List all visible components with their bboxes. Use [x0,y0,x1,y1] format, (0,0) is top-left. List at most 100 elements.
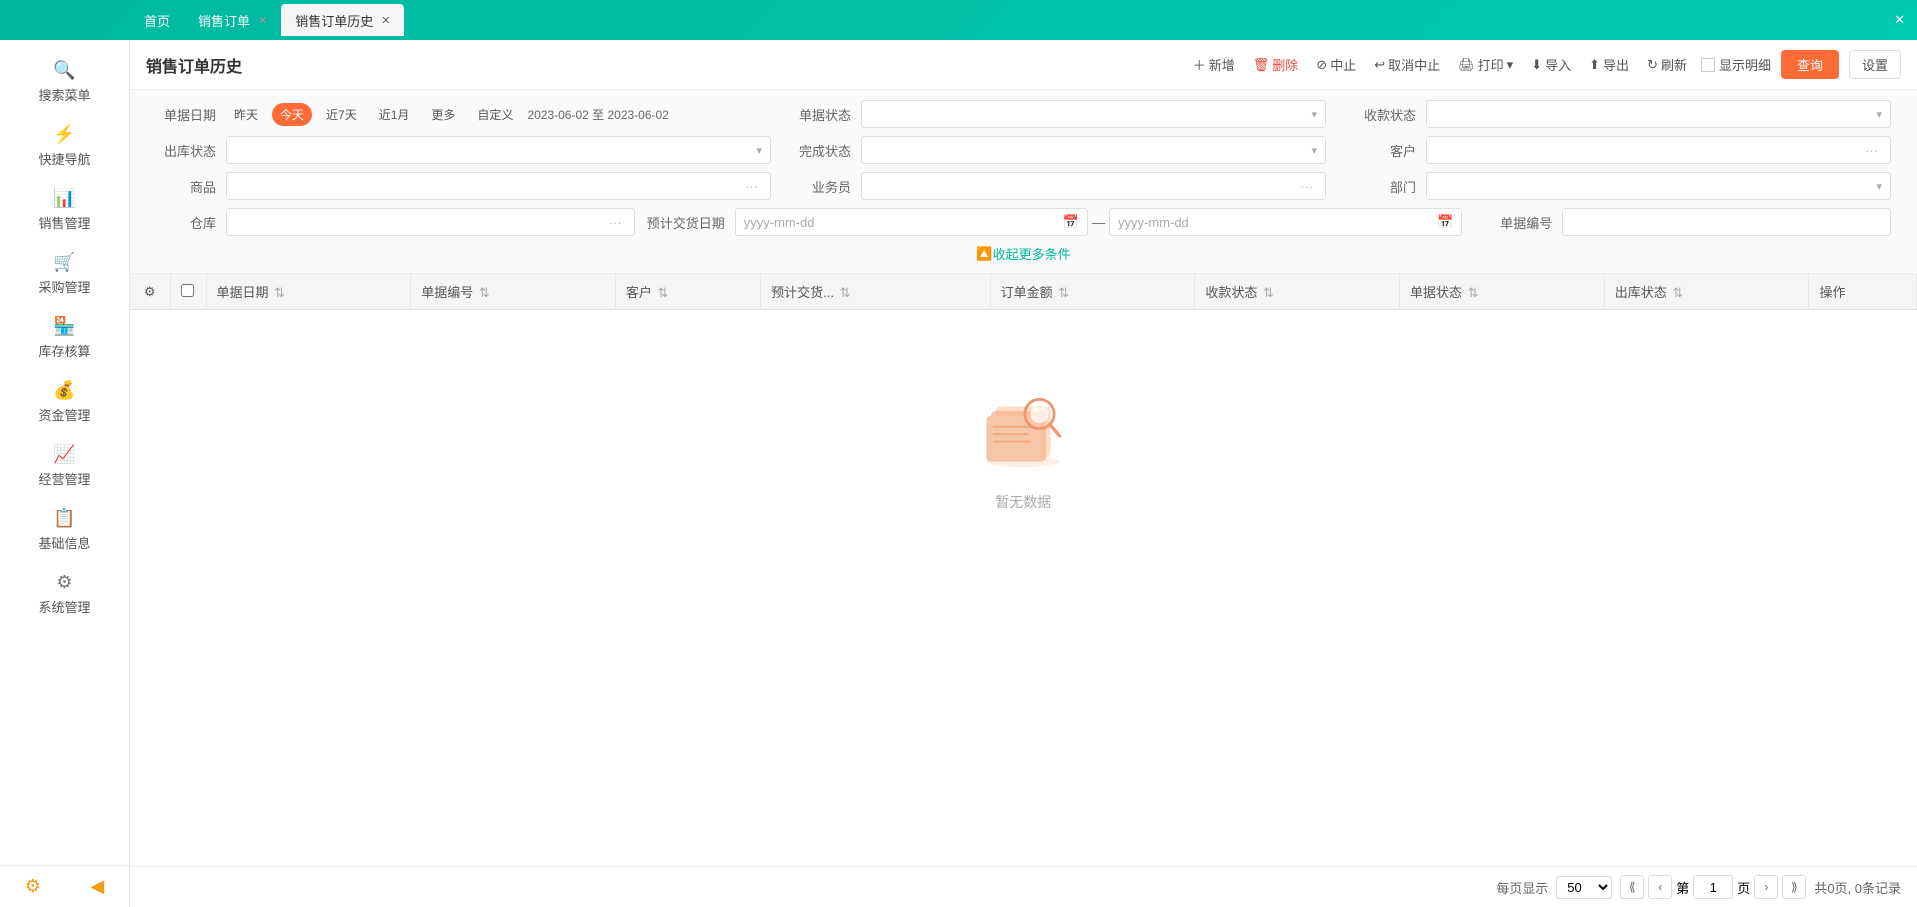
th-payment-label: 收款状态 [1205,285,1257,300]
th-out-status[interactable]: 出库状态 ⇅ [1604,274,1809,310]
order-status-col: 单据状态 ▾ [771,100,1336,128]
sidebar-item-inventory-label: 库存核算 [38,341,90,360]
th-action-label: 操作 [1819,285,1845,300]
th-amount[interactable]: 订单金额 ⇅ [990,274,1195,310]
window-close-btn[interactable]: ✕ [1894,11,1905,29]
th-date-label: 单据日期 [217,285,269,300]
date-btn-yesterday[interactable]: 昨天 [226,103,266,126]
display-dense-checkbox[interactable] [1701,58,1715,72]
page-nav: ⟪ ‹ 第 页 › ⟫ [1620,875,1806,899]
th-expected-sort-icon: ⇅ [840,285,851,300]
expected-date-start[interactable]: yyyy-mm-dd 📅 [735,208,1088,236]
stop-button[interactable]: ⊘ 中止 [1312,52,1360,77]
calendar-end-icon[interactable]: 📅 [1437,214,1453,230]
th-customer[interactable]: 客户 ⇅ [615,274,760,310]
collapse-row[interactable]: 🔼 收起更多条件 [146,244,1901,263]
th-action: 操作 [1809,274,1917,310]
payment-status-select[interactable]: ▾ [1426,100,1891,128]
goods-select[interactable]: ··· [226,172,771,200]
date-btn-custom[interactable]: 自定义 [469,103,521,126]
th-order-status[interactable]: 单据状态 ⇅ [1400,274,1605,310]
salesperson-dots[interactable]: ··· [1296,179,1317,194]
tab-sales-order-close[interactable]: ✕ [258,14,267,27]
page-label-after: 页 [1737,878,1750,897]
sidebar-item-sales-mgmt[interactable]: 📊 销售管理 [0,178,129,242]
select-all-checkbox[interactable] [181,284,194,297]
warehouse-select[interactable]: ··· [226,208,635,236]
sidebar-item-inventory[interactable]: 🏪 库存核算 [0,306,129,370]
date-btn-more[interactable]: 更多 [423,103,463,126]
order-no-input[interactable] [1562,208,1891,236]
last-page-btn[interactable]: ⟫ [1782,875,1806,899]
date-btn-1month[interactable]: 近1月 [371,103,418,126]
page-number-input[interactable] [1693,875,1733,899]
sidebar-item-sys-mgmt[interactable]: ⚙ 系统管理 [0,562,129,626]
prev-page-btn[interactable]: ‹ [1648,875,1672,899]
sidebar-collapse-icon[interactable]: ◀ [90,876,104,897]
sidebar-bottom: ⚙ ◀ [0,865,129,907]
new-icon: ＋ [1193,55,1206,74]
table-header: ⚙ 单据日期 ⇅ 单据编号 ⇅ 客户 [130,274,1917,310]
calendar-start-icon[interactable]: 📅 [1063,214,1079,230]
payment-status-col: 收款状态 ▾ [1336,100,1901,128]
tab-sales-order[interactable]: 销售订单 ✕ [184,4,281,36]
sidebar-settings-icon[interactable]: ⚙ [25,876,41,897]
th-payment[interactable]: 收款状态 ⇅ [1195,274,1400,310]
sales-mgmt-icon: 📊 [53,188,75,209]
th-customer-sort-icon: ⇅ [658,285,669,300]
salesperson-select[interactable]: ··· [861,172,1326,200]
goods-label: 商品 [146,177,226,196]
expected-date-end[interactable]: yyyy-mm-dd 📅 [1109,208,1462,236]
sidebar-item-purchase-mgmt[interactable]: 🛒 采购管理 [0,242,129,306]
new-button[interactable]: ＋ 新增 [1189,52,1239,77]
display-dense-label: 显示明细 [1719,55,1771,74]
sidebar-item-finance[interactable]: 💰 资金管理 [0,370,129,434]
page-label-before: 第 [1676,878,1689,897]
out-status-select[interactable]: ▾ [226,136,771,164]
complete-status-select[interactable]: ▾ [861,136,1326,164]
department-select[interactable]: ▾ [1426,172,1891,200]
import-button[interactable]: ⬇ 导入 [1527,52,1575,77]
warehouse-dots[interactable]: ··· [605,215,626,230]
cancel-stop-button[interactable]: ↩ 取消中止 [1370,52,1444,77]
th-date[interactable]: 单据日期 ⇅ [206,274,411,310]
sys-mgmt-icon: ⚙ [56,572,72,593]
delete-button[interactable]: 🗑 删除 [1249,52,1303,77]
sidebar-item-quick-nav[interactable]: ⚡ 快捷导航 [0,114,129,178]
sidebar-item-operations[interactable]: 📈 经营管理 [0,434,129,498]
tab-sales-order-history[interactable]: 销售订单历史 ✕ [281,4,404,36]
th-checkbox[interactable] [170,274,206,310]
tab-home[interactable]: 首页 [130,4,184,36]
settings-button[interactable]: 设置 [1849,50,1901,79]
department-arrow: ▾ [1876,180,1882,193]
print-button[interactable]: 🖨 打印 ▾ [1454,52,1517,77]
refresh-button[interactable]: ↻ 刷新 [1643,52,1691,77]
filter-row-2: 出库状态 ▾ 完成状态 ▾ 客户 [146,136,1901,164]
next-page-btn[interactable]: › [1754,875,1778,899]
order-status-select[interactable]: ▾ [861,100,1326,128]
page-total: 共0页, 0条记录 [1814,878,1901,897]
date-btn-7days[interactable]: 近7天 [318,103,365,126]
date-btn-today[interactable]: 今天 [272,103,312,126]
first-page-btn[interactable]: ⟪ [1620,875,1644,899]
th-number-label: 单据编号 [421,285,473,300]
filter-area: 单据日期 昨天 今天 近7天 近1月 更多 自定义 2023-06-02 至 2… [130,90,1917,274]
empty-cell: 暂无数据 [130,310,1917,573]
per-page-select[interactable]: 10 20 50 100 [1556,876,1612,899]
th-settings[interactable]: ⚙ [130,274,170,310]
query-button[interactable]: 查询 [1781,50,1839,79]
tab-sales-order-history-close[interactable]: ✕ [381,14,390,27]
salesperson-col: 业务员 ··· [771,172,1336,200]
goods-dots[interactable]: ··· [741,179,762,194]
sidebar-item-search-menu[interactable]: 🔍 搜索菜单 [0,50,129,114]
th-customer-label: 客户 [626,285,652,300]
th-number[interactable]: 单据编号 ⇅ [411,274,616,310]
display-dense-toggle[interactable]: 显示明细 [1701,55,1771,74]
th-expected[interactable]: 预计交货... ⇅ [761,274,990,310]
tab-home-label: 首页 [144,11,170,30]
export-button[interactable]: ⬆ 导出 [1585,52,1633,77]
expected-date-end-value: yyyy-mm-dd [1118,215,1189,230]
customer-select[interactable]: ··· [1426,136,1891,164]
customer-dots[interactable]: ··· [1861,143,1882,158]
sidebar-item-base-info[interactable]: 📋 基础信息 [0,498,129,562]
